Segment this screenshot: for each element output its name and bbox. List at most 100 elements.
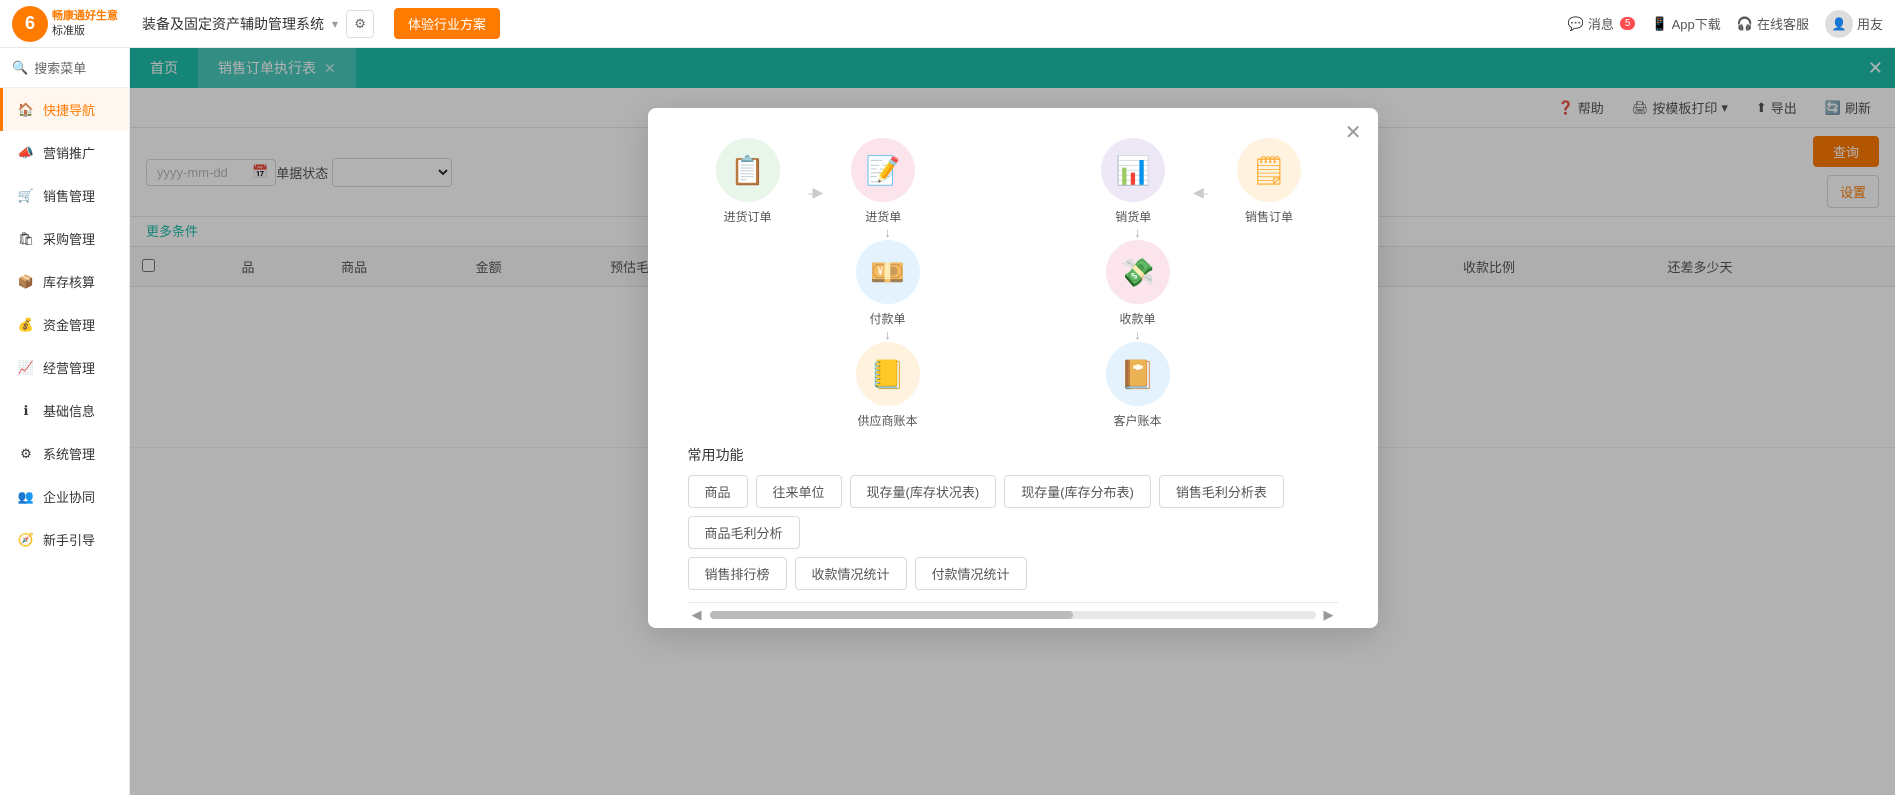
flow-node-sales-bill[interactable]: 📊 销货单 [1073,138,1193,225]
flow-label-sales-bill: 销货单 [1115,208,1151,225]
nav-label-inventory: 库存核算 [43,272,95,291]
modal-scrollbar[interactable]: ◀ ▶ [688,602,1338,623]
func-btn-payment-stats[interactable]: 付款情况统计 [915,557,1027,590]
flow-label-payment: 付款单 [869,310,905,327]
sidebar-item-system[interactable]: ⚙ 系统管理 [0,432,129,475]
sidebar-item-finance[interactable]: 💰 资金管理 [0,303,129,346]
info-icon: ℹ [17,402,35,420]
sales-bill-icon: 📊 [1116,154,1151,187]
chevron-down-icon[interactable]: ▾ [332,17,338,31]
message-btn[interactable]: 💬 消息 5 [1568,14,1636,33]
flow-node-purchase-bill[interactable]: 📝 进货单 [823,138,943,225]
top-right: 💬 消息 5 📱 App下载 🎧 在线客服 👤 用友 [1568,10,1883,38]
flow-arrows-down-1: ↓ ↓ [688,225,1338,240]
flow-label-supplier-ledger: 供应商账本 [857,412,917,429]
app-download-icon: 📱 [1651,16,1667,32]
top-bar: 6 畅康通好生意 标准版 装备及固定资产辅助管理系统 ▾ ⚙ 体验行业方案 💬 … [0,0,1895,48]
system-title: 装备及固定资产辅助管理系统 [142,14,324,34]
func-btn-stock-dist[interactable]: 现存量(库存分布表) [1004,475,1151,508]
nav-label-enterprise: 企业协同 [43,487,95,506]
app-download-label: App下载 [1672,14,1721,33]
logo-text: 畅康通好生意 标准版 [52,9,118,38]
flow-node-receipt[interactable]: 💸 收款单 [1078,240,1198,327]
search-menu[interactable]: 🔍 搜索菜单 [0,48,129,88]
message-label: 消息 [1588,14,1614,33]
func-btn-receipt-stats[interactable]: 收款情况统计 [795,557,907,590]
flow-circle-sales-order: 🗒 [1237,138,1301,202]
nav-label-quicknav: 快捷导航 [43,100,95,119]
money-icon: 💰 [17,316,35,334]
sidebar-item-basic-info[interactable]: ℹ 基础信息 [0,389,129,432]
flow-label-receipt: 收款单 [1119,310,1155,327]
flow-circle-purchase-bill: 📝 [851,138,915,202]
scroll-left-icon[interactable]: ◀ [688,607,706,623]
sidebar-item-inventory[interactable]: 📦 库存核算 [0,260,129,303]
online-service-btn[interactable]: 🎧 在线客服 [1737,14,1809,33]
nav-label-basic-info: 基础信息 [43,401,95,420]
flow-circle-payment: 💴 [856,240,920,304]
arrow-sales-to-order: - - - - ▶ [1193,184,1209,201]
func-btn-sales-rank[interactable]: 销售排行榜 [688,557,787,590]
scroll-track [710,611,1316,619]
receipt-icon: 💸 [1120,256,1155,289]
common-functions: 常用功能 商品 往来单位 现存量(库存状况表) 现存量(库存分布表) 销售毛利分… [688,445,1338,590]
settings-icon[interactable]: ⚙ [346,10,374,38]
customer-ledger-icon: 📔 [1120,358,1155,391]
flow-row-1: 📋 进货订单 - - - - ▶ 📝 [688,138,1338,225]
scroll-right-icon[interactable]: ▶ [1320,607,1338,623]
nav-label-marketing: 营销推广 [43,143,95,162]
team-icon: 👥 [17,488,35,506]
sidebar-item-marketing[interactable]: 📣 营销推广 [0,131,129,174]
func-buttons-row2: 销售排行榜 收款情况统计 付款情况统计 [688,557,1338,590]
user-label: 用友 [1857,14,1883,33]
flow-label-customer-ledger: 客户账本 [1113,412,1161,429]
box-icon: 📦 [17,273,35,291]
func-btn-stock-status[interactable]: 现存量(库存状况表) [850,475,997,508]
avatar: 👤 [1825,10,1853,38]
nav-label-finance: 资金管理 [43,315,95,334]
scroll-thumb [710,611,1074,619]
flow-node-payment[interactable]: 💴 付款单 [828,240,948,327]
content-area: 首页 销售订单执行表 ✕ ✕ ❓ 帮助 🖨 按模板打印 ▾ [130,48,1895,795]
app-download-btn[interactable]: 📱 App下载 [1651,14,1720,33]
user-menu[interactable]: 👤 用友 [1825,10,1883,38]
search-menu-label: 搜索菜单 [34,58,86,77]
sidebar-item-purchase[interactable]: 🛍 采购管理 [0,217,129,260]
sidebar-item-quicknav[interactable]: 🏠 快捷导航 [0,88,129,131]
chart-icon: 📈 [17,359,35,377]
sidebar-item-sales[interactable]: 🛒 销售管理 [0,174,129,217]
sidebar-item-guide[interactable]: 🧭 新手引导 [0,518,129,561]
flow-node-sales-order[interactable]: 🗒 销售订单 [1209,138,1329,225]
func-btn-product-profit[interactable]: 商品毛利分析 [688,516,800,549]
flow-node-purchase-order[interactable]: 📋 进货订单 [688,138,808,225]
modal-close-btn[interactable]: ✕ [1345,120,1362,145]
system-name: 装备及固定资产辅助管理系统 ▾ ⚙ 体验行业方案 [142,8,1568,39]
nav-label-system: 系统管理 [43,444,95,463]
modal-overlay[interactable]: ✕ 📋 进货订单 - - - - ▶ [130,48,1895,795]
flow-node-customer-ledger[interactable]: 📔 客户账本 [1078,342,1198,429]
sidebar-item-operations[interactable]: 📈 经营管理 [0,346,129,389]
func-buttons-row1: 商品 往来单位 现存量(库存状况表) 现存量(库存分布表) 销售毛利分析表 商品… [688,475,1338,549]
main-area: 🔍 搜索菜单 🏠 快捷导航 📣 营销推广 🛒 销售管理 🛍 采购管理 📦 [0,48,1895,795]
sidebar-item-enterprise[interactable]: 👥 企业协同 [0,475,129,518]
arrow-purchase-to-bill: - - - - ▶ [808,184,824,201]
arrow-down-sales: ↓ [1078,225,1198,240]
flow-circle-supplier-ledger: 📒 [856,342,920,406]
flow-circle-receipt: 💸 [1106,240,1170,304]
nav-label-operations: 经营管理 [43,358,95,377]
func-btn-sales-profit[interactable]: 销售毛利分析表 [1159,475,1284,508]
bag-icon: 🛍 [17,230,35,248]
message-badge: 5 [1620,17,1636,30]
logo-line1: 畅康通好生意 [52,9,118,23]
online-service-label: 在线客服 [1757,14,1809,33]
func-btn-product[interactable]: 商品 [688,475,748,508]
flow-circle-purchase-order: 📋 [716,138,780,202]
home-icon: 🏠 [17,101,35,119]
func-btn-partner[interactable]: 往来单位 [756,475,842,508]
flow-node-supplier-ledger[interactable]: 📒 供应商账本 [828,342,948,429]
arrow-down-payment: ↓ [828,327,948,342]
flow-arrows-down-2: ↓ ↓ [688,327,1338,342]
sidebar: 🔍 搜索菜单 🏠 快捷导航 📣 营销推广 🛒 销售管理 🛍 采购管理 📦 [0,48,130,795]
arrow-down-purchase: ↓ [828,225,948,240]
try-btn[interactable]: 体验行业方案 [394,8,500,39]
